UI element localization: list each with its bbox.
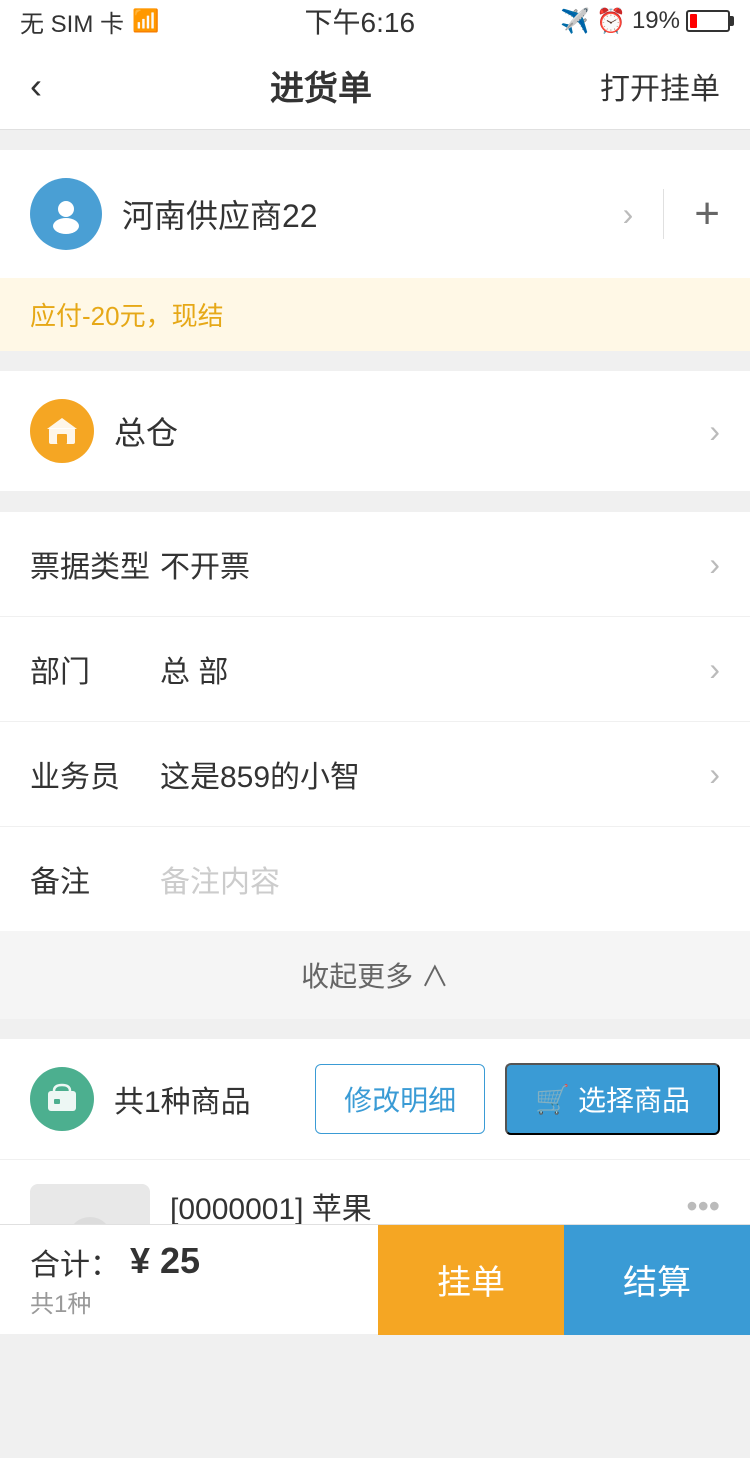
warehouse-name: 总仓	[114, 408, 709, 454]
select-product-label: 选择商品	[578, 1079, 690, 1119]
open-hold-button[interactable]: 打开挂单	[600, 64, 720, 108]
invoice-chevron-icon: ›	[709, 546, 720, 583]
divider	[663, 189, 664, 239]
carrier-label: 无 SIM 卡	[20, 4, 124, 39]
notice-text: 应付-20元，现结	[30, 301, 224, 331]
sales-value: 这是859的小智	[160, 752, 709, 796]
supplier-section: 河南供应商22 › + 应付-20元，现结	[0, 150, 750, 351]
location-icon: ✈️	[560, 7, 590, 36]
gap-1	[0, 130, 750, 150]
product-header: 共1种商品 修改明细 🛒 选择商品	[0, 1039, 750, 1159]
total-amount: ¥ 25	[130, 1240, 200, 1284]
warehouse-icon	[30, 399, 94, 463]
remark-row[interactable]: 备注 备注内容	[0, 826, 750, 931]
dept-chevron-icon: ›	[709, 651, 720, 688]
remark-placeholder: 备注内容	[160, 857, 720, 901]
select-product-button[interactable]: 🛒 选择商品	[505, 1063, 720, 1135]
product-name: [0000001] 苹果	[170, 1184, 666, 1228]
dept-value: 总 部	[160, 647, 709, 691]
product-code: [0000001]	[170, 1193, 312, 1226]
status-bar: 无 SIM 卡 📶 下午6:16 ✈️ ⏰ 19%	[0, 0, 750, 42]
alarm-icon: ⏰	[596, 7, 626, 36]
invoice-value: 不开票	[160, 542, 709, 586]
supplier-avatar	[30, 178, 102, 250]
dept-label: 部门	[30, 647, 160, 691]
warehouse-section: 总仓 ›	[0, 371, 750, 491]
product-count: 共1种商品	[114, 1077, 295, 1121]
collapse-label: 收起更多 ∧	[301, 961, 449, 992]
hold-button[interactable]: 挂单	[378, 1225, 564, 1335]
back-button[interactable]: ‹	[30, 65, 42, 107]
checkout-label: 结算	[623, 1255, 691, 1304]
cart-icon: 🛒	[535, 1083, 570, 1116]
form-section: 票据类型 不开票 › 部门 总 部 › 业务员 这是859的小智 › 备注 备注…	[0, 511, 750, 931]
gap-2	[0, 351, 750, 371]
more-icon: •••	[686, 1188, 720, 1225]
total-label-row: 合计： ¥ 25	[30, 1240, 348, 1284]
battery-icon	[686, 10, 730, 32]
page-title: 进货单	[270, 61, 372, 110]
time-label: 下午6:16	[305, 1, 416, 41]
total-section: 合计： ¥ 25 共1种	[0, 1240, 378, 1319]
gap-4	[0, 1019, 750, 1039]
warehouse-chevron-icon: ›	[709, 413, 720, 450]
bottom-spacer	[0, 1328, 750, 1458]
status-left: 无 SIM 卡 📶	[20, 4, 159, 39]
remark-label: 备注	[30, 857, 160, 901]
bottom-bar: 合计： ¥ 25 共1种 挂单 结算	[0, 1224, 750, 1334]
product-title: 苹果	[312, 1193, 372, 1226]
battery-fill	[690, 14, 697, 28]
wifi-icon: 📶	[132, 8, 159, 34]
nav-bar: ‹ 进货单 打开挂单	[0, 42, 750, 130]
dept-row[interactable]: 部门 总 部 ›	[0, 616, 750, 721]
product-icon	[30, 1067, 94, 1131]
gap-3	[0, 491, 750, 511]
sales-chevron-icon: ›	[709, 756, 720, 793]
supplier-name: 河南供应商22	[122, 191, 623, 237]
invoice-label: 票据类型	[30, 542, 160, 586]
sales-row[interactable]: 业务员 这是859的小智 ›	[0, 721, 750, 826]
notice-bar: 应付-20元，现结	[0, 278, 750, 351]
supplier-row[interactable]: 河南供应商22 › +	[0, 150, 750, 278]
supplier-chevron-icon: ›	[623, 196, 634, 233]
total-sub-label: 共1种	[30, 1284, 348, 1319]
add-supplier-button[interactable]: +	[694, 189, 720, 239]
status-right: ✈️ ⏰ 19%	[560, 7, 730, 36]
total-label: 合计：	[30, 1240, 120, 1284]
edit-detail-button[interactable]: 修改明细	[315, 1064, 485, 1134]
collapse-button[interactable]: 收起更多 ∧	[0, 931, 750, 1019]
sales-label: 业务员	[30, 752, 160, 796]
invoice-row[interactable]: 票据类型 不开票 ›	[0, 511, 750, 616]
checkout-button[interactable]: 结算	[564, 1225, 750, 1335]
battery-percent: 19%	[632, 7, 680, 35]
warehouse-row[interactable]: 总仓 ›	[0, 371, 750, 491]
supplier-right: › +	[623, 189, 720, 239]
hold-label: 挂单	[437, 1255, 505, 1304]
